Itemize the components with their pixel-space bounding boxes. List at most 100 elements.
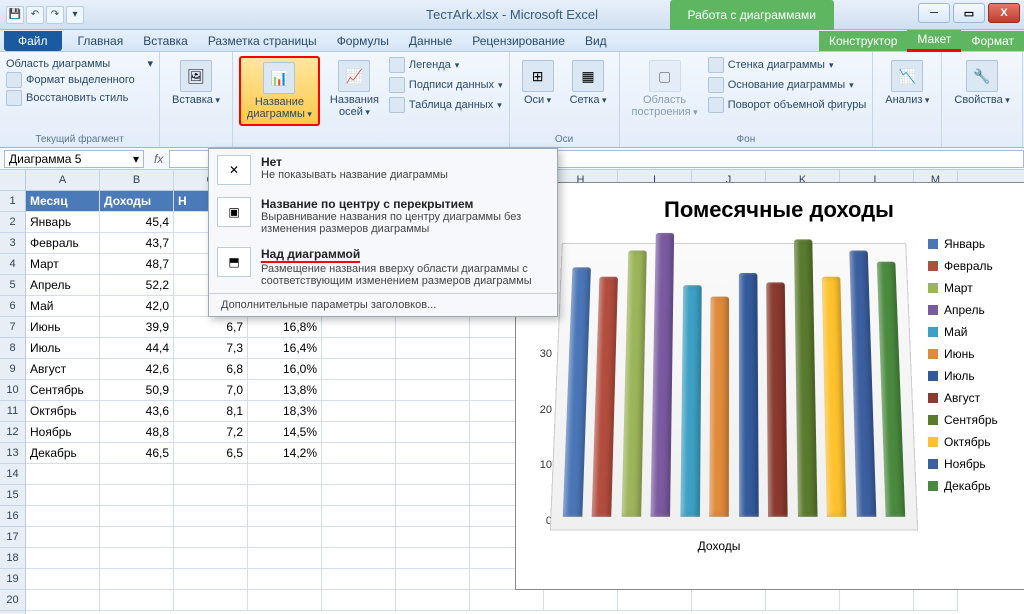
- bar[interactable]: [592, 277, 618, 517]
- cell[interactable]: [396, 569, 470, 590]
- tab-data[interactable]: Данные: [399, 31, 462, 51]
- legend-item[interactable]: Январь: [928, 237, 1024, 251]
- cell[interactable]: 50,9: [100, 380, 174, 401]
- chart-plot-area[interactable]: 50403020100 Доходы: [516, 227, 922, 557]
- row-header[interactable]: 2: [0, 212, 25, 233]
- cell[interactable]: 39,9: [100, 317, 174, 338]
- cell[interactable]: [322, 422, 396, 443]
- cell[interactable]: [248, 590, 322, 611]
- cell[interactable]: 8,1: [174, 401, 248, 422]
- cell[interactable]: [766, 590, 840, 611]
- cell[interactable]: 6,5: [174, 443, 248, 464]
- row-header[interactable]: 11: [0, 401, 25, 422]
- row-header[interactable]: 7: [0, 317, 25, 338]
- row-header[interactable]: 4: [0, 254, 25, 275]
- legend-item[interactable]: Май: [928, 325, 1024, 339]
- cell[interactable]: Август: [26, 359, 100, 380]
- chart-title-button[interactable]: 📊 Название диаграммы: [239, 56, 320, 126]
- cell[interactable]: 42,6: [100, 359, 174, 380]
- legend-button[interactable]: Легенда: [389, 56, 503, 74]
- cell[interactable]: 48,8: [100, 422, 174, 443]
- maximize-button[interactable]: ▭: [953, 3, 985, 23]
- cell[interactable]: [100, 464, 174, 485]
- row-header[interactable]: 18: [0, 548, 25, 569]
- cell[interactable]: [396, 359, 470, 380]
- legend-item[interactable]: Октябрь: [928, 435, 1024, 449]
- row-header[interactable]: 3: [0, 233, 25, 254]
- cell[interactable]: Май: [26, 296, 100, 317]
- cell[interactable]: [100, 506, 174, 527]
- axis-titles-button[interactable]: 📈 Названия осей: [324, 56, 385, 122]
- row-header[interactable]: 1: [0, 191, 25, 212]
- row-header[interactable]: 9: [0, 359, 25, 380]
- plot-area-button[interactable]: ▢Область построения: [626, 56, 704, 122]
- cell[interactable]: [26, 548, 100, 569]
- cell[interactable]: [396, 548, 470, 569]
- tab-design[interactable]: Конструктор: [819, 31, 907, 51]
- cell[interactable]: Февраль: [26, 233, 100, 254]
- cell[interactable]: [322, 569, 396, 590]
- cell[interactable]: [322, 527, 396, 548]
- cell[interactable]: [174, 590, 248, 611]
- cell[interactable]: [396, 443, 470, 464]
- cell[interactable]: [174, 485, 248, 506]
- cell[interactable]: [396, 317, 470, 338]
- cell[interactable]: 48,7: [100, 254, 174, 275]
- cell[interactable]: [174, 464, 248, 485]
- bar[interactable]: [822, 277, 846, 517]
- column-header[interactable]: A: [26, 170, 100, 190]
- cell[interactable]: Июнь: [26, 317, 100, 338]
- cell[interactable]: [322, 380, 396, 401]
- cell[interactable]: [396, 380, 470, 401]
- cell[interactable]: [322, 317, 396, 338]
- row-header[interactable]: 8: [0, 338, 25, 359]
- rotation-3d-button[interactable]: Поворот объемной фигуры: [708, 96, 867, 114]
- cell[interactable]: 43,6: [100, 401, 174, 422]
- cell[interactable]: 14,2%: [248, 443, 322, 464]
- chart-legend[interactable]: ЯнварьФевральМартАпрельМайИюньИюльАвгуст…: [922, 227, 1024, 557]
- undo-icon[interactable]: ↶: [26, 6, 44, 24]
- cell[interactable]: [248, 548, 322, 569]
- chart-object[interactable]: Помесячные доходы 50403020100 Доходы Янв…: [515, 182, 1024, 590]
- cell[interactable]: [396, 401, 470, 422]
- cell[interactable]: [26, 485, 100, 506]
- cell[interactable]: [26, 527, 100, 548]
- cell[interactable]: 43,7: [100, 233, 174, 254]
- cell[interactable]: 16,0%: [248, 359, 322, 380]
- legend-item[interactable]: Апрель: [928, 303, 1024, 317]
- bar[interactable]: [563, 268, 591, 517]
- chart-floor-button[interactable]: Основание диаграммы: [708, 76, 867, 94]
- axes-button[interactable]: ⊞Оси: [516, 56, 560, 110]
- tab-view[interactable]: Вид: [575, 31, 617, 51]
- legend-item[interactable]: Июнь: [928, 347, 1024, 361]
- tab-page-layout[interactable]: Разметка страницы: [198, 31, 327, 51]
- cell[interactable]: [396, 464, 470, 485]
- row-header[interactable]: 12: [0, 422, 25, 443]
- cell[interactable]: 7,2: [174, 422, 248, 443]
- properties-button[interactable]: 🔧Свойства: [948, 56, 1015, 110]
- legend-item[interactable]: Июль: [928, 369, 1024, 383]
- cell[interactable]: [618, 590, 692, 611]
- cell[interactable]: 6,8: [174, 359, 248, 380]
- cell[interactable]: [396, 485, 470, 506]
- cell[interactable]: [26, 464, 100, 485]
- close-button[interactable]: X: [988, 3, 1020, 23]
- row-header[interactable]: 17: [0, 527, 25, 548]
- cell[interactable]: [396, 590, 470, 611]
- chart-elements-selector[interactable]: Область диаграммы▾: [6, 56, 153, 71]
- cell[interactable]: [692, 590, 766, 611]
- data-labels-button[interactable]: Подписи данных: [389, 76, 503, 94]
- bar[interactable]: [651, 233, 675, 517]
- cell[interactable]: 46,5: [100, 443, 174, 464]
- bar[interactable]: [849, 250, 876, 517]
- bar[interactable]: [767, 282, 788, 517]
- column-header[interactable]: B: [100, 170, 174, 190]
- cell[interactable]: Ноябрь: [26, 422, 100, 443]
- cell[interactable]: [174, 527, 248, 548]
- row-header[interactable]: 19: [0, 569, 25, 590]
- bar[interactable]: [739, 273, 759, 517]
- tab-home[interactable]: Главная: [68, 31, 134, 51]
- cell[interactable]: [840, 590, 914, 611]
- tab-insert[interactable]: Вставка: [133, 31, 198, 51]
- cell[interactable]: [26, 590, 100, 611]
